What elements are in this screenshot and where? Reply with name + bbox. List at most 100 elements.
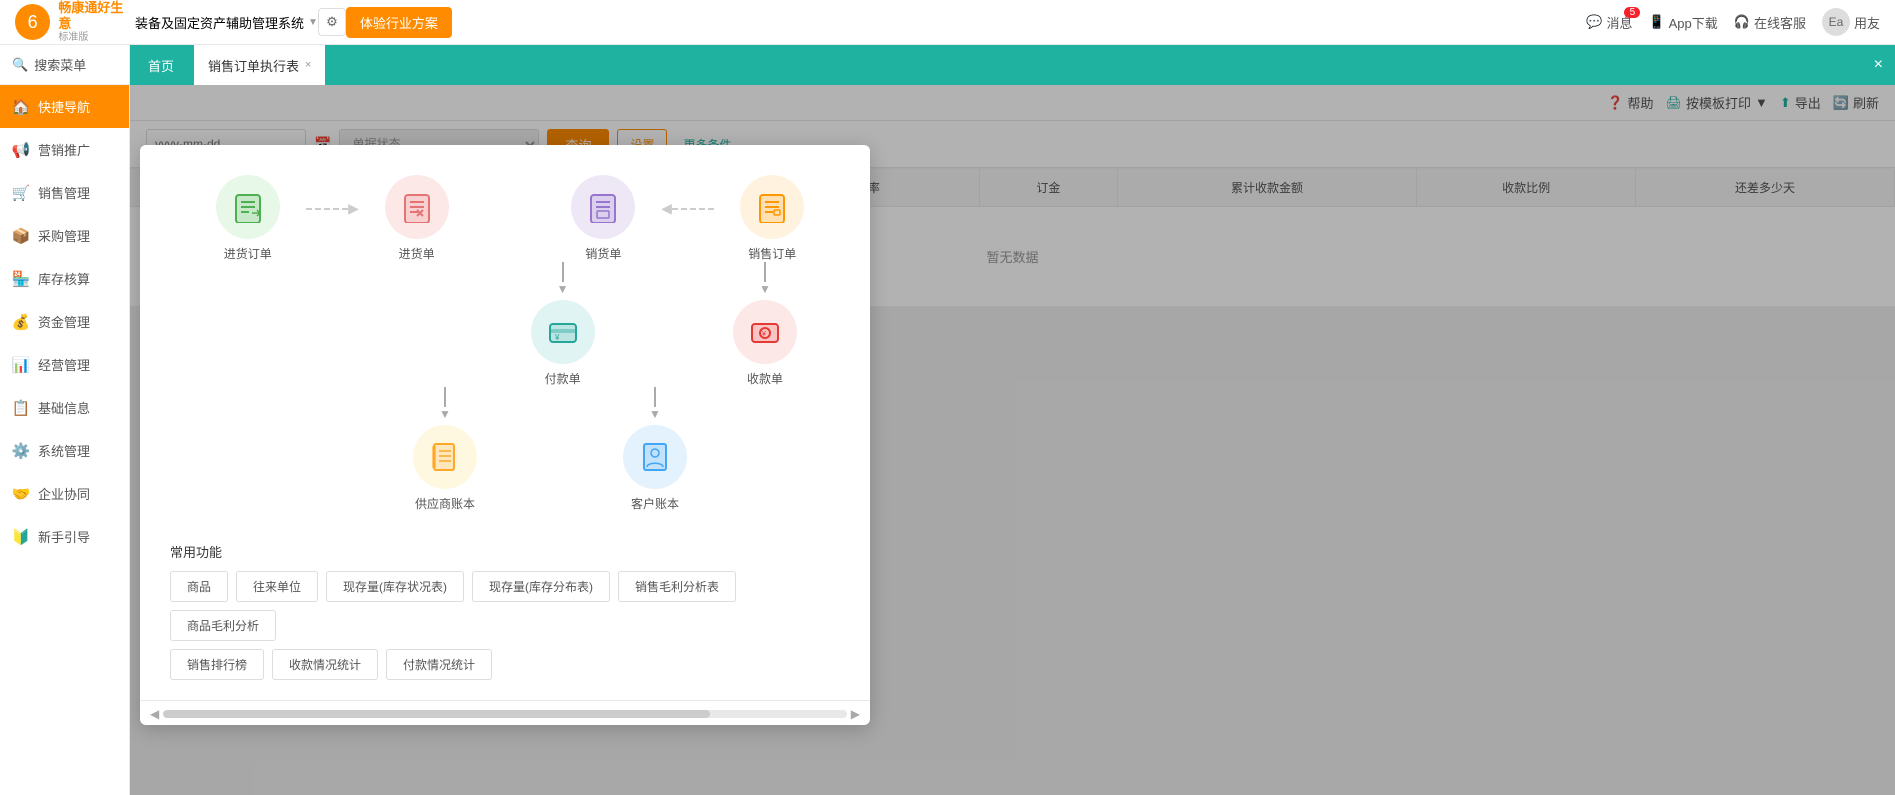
flow-node-sales-bill[interactable]: 销货单 — [546, 175, 662, 262]
func-btn-sales-profit[interactable]: 销售毛利分析表 — [618, 571, 736, 602]
flow-diagram: 进货订单 ▶ — [140, 145, 870, 532]
flow-node-purchase-bill[interactable]: 进货单 — [359, 175, 475, 262]
flow-node-purchase-order[interactable]: 进货订单 — [190, 175, 306, 262]
purchase-bill-circle — [385, 175, 449, 239]
sidebar-item-system[interactable]: ⚙️ 系统管理 — [0, 429, 129, 472]
func-btn-sales-rank[interactable]: 销售排行榜 — [170, 649, 264, 680]
scroll-right-button[interactable]: ▶ — [851, 707, 860, 721]
message-button[interactable]: 💬 消息 5 — [1586, 13, 1632, 32]
receipt-circle: ¥ — [733, 300, 797, 364]
download-icon: 📱 — [1648, 14, 1664, 30]
basic-icon: 📋 — [12, 399, 30, 417]
sidebar-item-label: 资金管理 — [38, 312, 90, 331]
operations-icon: 📊 — [12, 356, 30, 374]
tab-close-right-button[interactable]: × — [1862, 56, 1895, 74]
modal-overlay: 进货订单 ▶ — [130, 85, 1895, 795]
flow-node-supplier-ledger[interactable]: 供应商账本 — [380, 425, 510, 512]
sidebar-item-enterprise[interactable]: 🤝 企业协同 — [0, 472, 129, 515]
scroll-bar-area: ◀ ▶ — [140, 700, 870, 725]
newbie-icon: 🔰 — [12, 528, 30, 546]
sidebar-item-inventory[interactable]: 🏪 库存核算 — [0, 257, 129, 300]
service-icon: 🎧 — [1734, 14, 1750, 30]
inventory-icon: 🏪 — [12, 270, 30, 288]
app-download-label: App下载 — [1669, 13, 1718, 32]
func-btn-product[interactable]: 商品 — [170, 571, 228, 602]
sidebar-item-label: 新手引导 — [38, 527, 90, 546]
tab-close-icon[interactable]: × — [305, 59, 311, 71]
func-btn-receipt-stats[interactable]: 收款情况统计 — [272, 649, 378, 680]
tab-bar: 首页 销售订单执行表 × × — [130, 45, 1895, 85]
func-btn-stock-dist[interactable]: 现存量(库存分布表) — [472, 571, 610, 602]
flow-node-receipt[interactable]: ¥ 收款单 — [700, 300, 830, 387]
app-download-button[interactable]: 📱 App下载 — [1648, 13, 1717, 32]
top-bar: 6 畅康通好生意 标准版 装备及固定资产辅助管理系统 ▼ ⚙ 体验行业方案 💬 … — [0, 0, 1895, 45]
purchase-order-label: 进货订单 — [224, 245, 272, 262]
flow-node-customer-ledger[interactable]: 客户账本 — [590, 425, 720, 512]
sidebar-item-label: 库存核算 — [38, 269, 90, 288]
search-menu-button[interactable]: 🔍 搜索菜单 — [0, 45, 129, 85]
common-functions-title: 常用功能 — [170, 542, 840, 561]
sidebar-item-label: 销售管理 — [38, 183, 90, 202]
sidebar-item-purchase[interactable]: 📦 采购管理 — [0, 214, 129, 257]
modal-box: 进货订单 ▶ — [140, 145, 870, 725]
tab-home[interactable]: 首页 — [130, 45, 192, 85]
svg-text:¥: ¥ — [554, 333, 560, 342]
message-badge: 5 — [1624, 7, 1640, 18]
system-title: 装备及固定资产辅助管理系统 — [135, 13, 304, 32]
sidebar-item-marketing[interactable]: 📢 营销推广 — [0, 128, 129, 171]
sidebar-item-newbie[interactable]: 🔰 新手引导 — [0, 515, 129, 558]
finance-icon: 💰 — [12, 313, 30, 331]
sidebar-item-finance[interactable]: 💰 资金管理 — [0, 300, 129, 343]
customer-ledger-circle — [623, 425, 687, 489]
quick-nav-icon: 🏠 — [12, 98, 30, 116]
sidebar-item-basic[interactable]: 📋 基础信息 — [0, 386, 129, 429]
sales-order-circle — [740, 175, 804, 239]
payment-label: 付款单 — [545, 370, 581, 387]
sidebar-item-label: 营销推广 — [38, 140, 90, 159]
scroll-left-button[interactable]: ◀ — [150, 707, 159, 721]
sidebar-item-label: 企业协同 — [38, 484, 90, 503]
sidebar: 🔍 搜索菜单 🏠 快捷导航 📢 营销推广 🛒 销售管理 📦 采购管理 🏪 — [0, 45, 130, 795]
func-buttons-row2: 销售排行榜 收款情况统计 付款情况统计 — [170, 649, 840, 680]
supplier-ledger-label: 供应商账本 — [415, 495, 475, 512]
avatar: Ea — [1822, 8, 1850, 36]
payment-circle: ¥ — [531, 300, 595, 364]
sales-bill-circle — [571, 175, 635, 239]
online-service-label: 在线客服 — [1754, 13, 1806, 32]
online-service-button[interactable]: 🎧 在线客服 — [1734, 13, 1806, 32]
message-icon: 💬 — [1586, 14, 1602, 30]
purchase-icon: 📦 — [12, 227, 30, 245]
sidebar-item-label: 采购管理 — [38, 226, 90, 245]
search-icon: 🔍 — [12, 57, 28, 73]
func-btn-stock-status[interactable]: 现存量(库存状况表) — [326, 571, 464, 602]
settings-button[interactable]: ⚙ — [318, 8, 346, 36]
content-area: 首页 销售订单执行表 × × ❓ 帮助 🖨 按模板打印 — [130, 45, 1895, 795]
sidebar-item-sales[interactable]: 🛒 销售管理 — [0, 171, 129, 214]
scroll-thumb — [163, 710, 710, 718]
scroll-track[interactable] — [163, 710, 847, 718]
flow-node-sales-order[interactable]: 销售订单 — [714, 175, 830, 262]
user-name: 用友 — [1854, 13, 1880, 32]
main-area: 🔍 搜索菜单 🏠 快捷导航 📢 营销推广 🛒 销售管理 📦 采购管理 🏪 — [0, 45, 1895, 795]
brand-sub: 标准版 — [58, 32, 135, 44]
customer-ledger-label: 客户账本 — [631, 495, 679, 512]
tab-sales-order[interactable]: 销售订单执行表 × — [194, 45, 325, 85]
experience-button[interactable]: 体验行业方案 — [346, 7, 452, 38]
sales-order-label: 销售订单 — [748, 245, 796, 262]
user-menu[interactable]: Ea 用友 — [1822, 8, 1880, 36]
svg-text:¥: ¥ — [762, 331, 766, 338]
func-btn-product-profit[interactable]: 商品毛利分析 — [170, 610, 276, 641]
func-btn-partner[interactable]: 往来单位 — [236, 571, 318, 602]
sidebar-item-operations[interactable]: 📊 经营管理 — [0, 343, 129, 386]
common-functions: 常用功能 商品 往来单位 现存量(库存状况表) 现存量(库存分布表) 销售毛利分… — [140, 532, 870, 700]
sidebar-item-label: 经营管理 — [38, 355, 90, 374]
brand-main: 畅康通好生意 — [58, 0, 135, 31]
page-content: ❓ 帮助 🖨 按模板打印 ▼ ⬆ 导出 🔄 刷新 — [130, 85, 1895, 795]
flow-node-payment[interactable]: ¥ 付款单 — [498, 300, 628, 387]
func-btn-payment-stats[interactable]: 付款情况统计 — [386, 649, 492, 680]
logo-text: 畅康通好生意 标准版 — [58, 0, 135, 43]
chevron-down-icon: ▼ — [308, 17, 318, 28]
system-title-dropdown[interactable]: 装备及固定资产辅助管理系统 ▼ — [135, 13, 318, 32]
sidebar-item-quick-nav[interactable]: 🏠 快捷导航 — [0, 85, 129, 128]
logo-icon: 6 — [15, 4, 50, 40]
